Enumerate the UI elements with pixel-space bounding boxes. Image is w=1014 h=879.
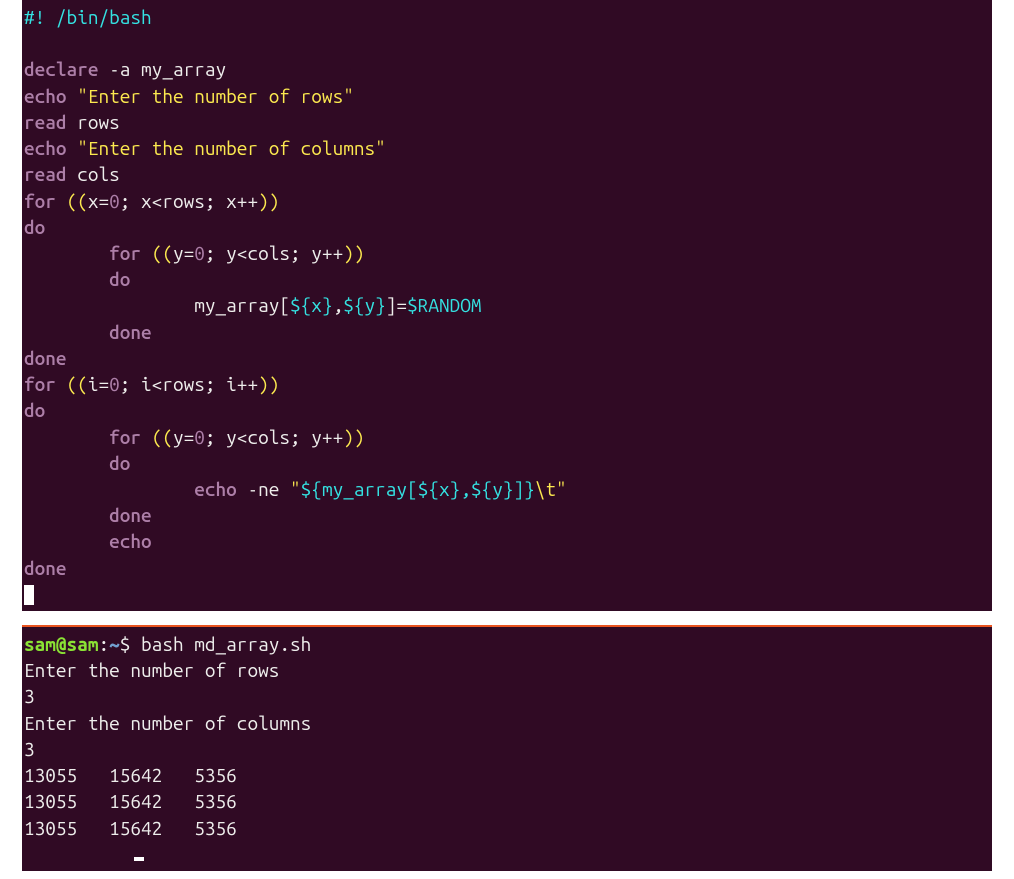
code-line: done <box>24 319 990 345</box>
output-line: Enter the number of columns <box>24 710 990 736</box>
shebang-path: /bin/bash <box>56 6 152 28</box>
shell-output-pane[interactable]: sam@sam:~$ bash md_array.shEnter the num… <box>22 625 992 871</box>
array-name: my_array <box>141 58 226 80</box>
shell-command: bash md_array.sh <box>141 633 311 655</box>
var-rows: rows <box>67 111 120 133</box>
code-line: do <box>24 450 990 476</box>
code-line <box>24 581 990 607</box>
random-var: $RANDOM <box>407 294 481 316</box>
array-assign: my_array <box>194 294 279 316</box>
output-row: 13055 15642 5356 <box>24 788 990 814</box>
code-line-blank <box>24 30 990 56</box>
kw-for: for <box>24 190 56 212</box>
kw-echo: echo <box>24 85 67 107</box>
editor-cursor <box>24 585 34 605</box>
code-line: for ((i=0; i<rows; i++)) <box>24 371 990 397</box>
prompt-path: ~ <box>109 633 120 655</box>
string-rows: "Enter the number of rows" <box>67 85 354 107</box>
code-line: do <box>24 266 990 292</box>
var-cols: cols <box>67 163 120 185</box>
input-line: 3 <box>24 736 990 762</box>
code-line: done <box>24 502 990 528</box>
output-line: Enter the number of rows <box>24 657 990 683</box>
code-line: echo "Enter the number of rows" <box>24 83 990 109</box>
code-line: for ((y=0; y<cols; y++)) <box>24 240 990 266</box>
input-line: 3 <box>24 683 990 709</box>
string-cols: "Enter the number of columns" <box>67 137 386 159</box>
declare-opt: -a <box>98 58 141 80</box>
code-line: read rows <box>24 109 990 135</box>
dparen-close: )) <box>258 190 279 212</box>
code-line: for ((y=0; y<cols; y++)) <box>24 424 990 450</box>
output-line <box>24 841 990 867</box>
shebang-prefix: #! <box>24 6 56 28</box>
kw-do: do <box>24 216 45 238</box>
kw-declare: declare <box>24 58 98 80</box>
output-row: 13055 15642 5356 <box>24 815 990 841</box>
dparen-open: (( <box>67 190 88 212</box>
code-line: read cols <box>24 161 990 187</box>
code-line: #! /bin/bash <box>24 4 990 30</box>
code-line: declare -a my_array <box>24 56 990 82</box>
code-line: my_array[${x},${y}]=$RANDOM <box>24 292 990 318</box>
code-line: done <box>24 345 990 371</box>
code-line: echo -ne "${my_array[${x},${y}]}\t" <box>24 476 990 502</box>
kw-read: read <box>24 111 67 133</box>
kw-read: read <box>24 163 67 185</box>
code-line: echo <box>24 528 990 554</box>
code-line: for ((x=0; x<rows; x++)) <box>24 188 990 214</box>
kw-echo: echo <box>24 137 67 159</box>
prompt-line: sam@sam:~$ bash md_array.sh <box>24 631 990 657</box>
code-line: do <box>24 397 990 423</box>
code-line: echo "Enter the number of columns" <box>24 135 990 161</box>
output-row: 13055 15642 5356 <box>24 762 990 788</box>
code-line: done <box>24 555 990 581</box>
shell-cursor <box>134 857 144 861</box>
prompt-user: sam@sam <box>24 633 98 655</box>
code-line: do <box>24 214 990 240</box>
code-editor-pane[interactable]: #! /bin/bash declare -a my_arrayecho "En… <box>22 0 992 611</box>
